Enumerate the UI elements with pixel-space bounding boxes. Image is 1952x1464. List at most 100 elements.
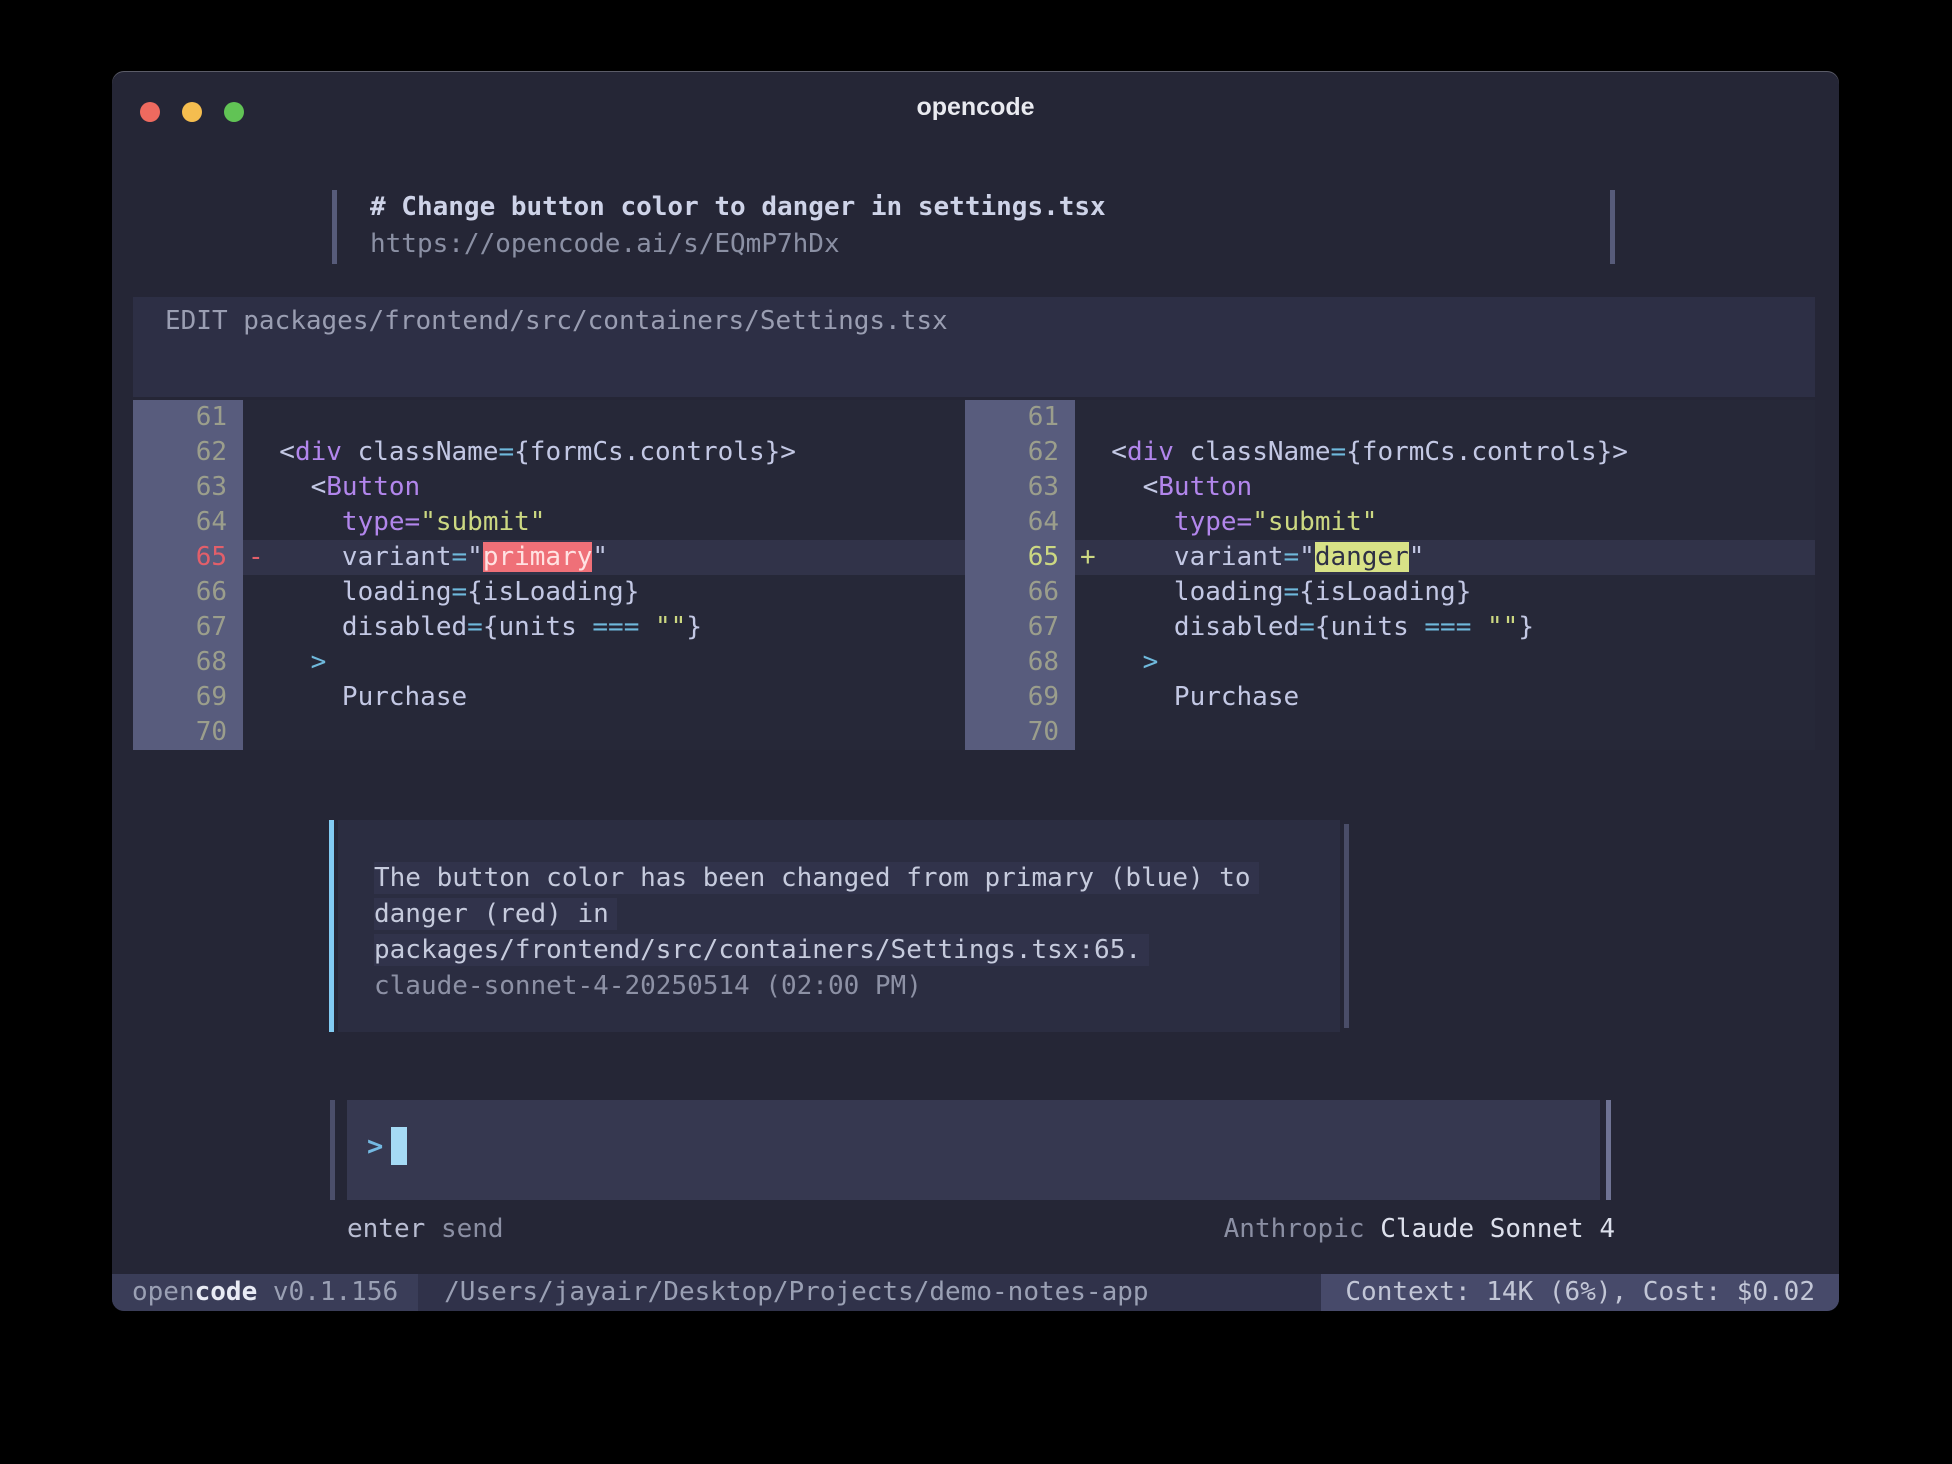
line-number: 68	[133, 645, 243, 680]
provider-label: Anthropic	[1224, 1214, 1365, 1244]
line-number: 62	[965, 435, 1075, 470]
code-line: <div className={formCs.controls}>	[1075, 435, 1815, 470]
code-line: loading={isLoading}	[243, 575, 965, 610]
line-number: 61	[133, 400, 243, 435]
user-prompt-header: # Change button color to danger in setti…	[332, 190, 1612, 264]
message-meta: claude-sonnet-4-20250514 (02:00 PM)	[374, 968, 1259, 1004]
line-number: 62	[133, 435, 243, 470]
message-body: The button color has been changed from p…	[338, 820, 1340, 1032]
code-line: type="submit"	[1075, 505, 1815, 540]
line-number: 64	[133, 505, 243, 540]
line-number: 64	[965, 505, 1075, 540]
code-line: >	[243, 645, 965, 680]
model-indicator: Anthropic Claude Sonnet 4	[1224, 1211, 1615, 1247]
edit-file-label: EDIT packages/frontend/src/containers/Se…	[165, 306, 948, 336]
app-version-segment: opencode v0.1.156	[112, 1274, 418, 1311]
code-line: type="submit"	[243, 505, 965, 540]
code-line: <div className={formCs.controls}>	[243, 435, 965, 470]
send-action-label: send	[441, 1214, 504, 1244]
code-line: >	[1075, 645, 1815, 680]
diff-right-pane: 6162 <div className={formCs.controls}>63…	[965, 400, 1815, 750]
app-name-suffix: code	[195, 1277, 258, 1307]
prompt-chevron: >	[367, 1131, 383, 1162]
diff-row: 64 type="submit"	[133, 505, 965, 540]
chat-input-area: >	[330, 1100, 1615, 1200]
diff-left-pane: 6162 <div className={formCs.controls}>63…	[133, 400, 965, 750]
code-line: Purchase	[1075, 680, 1815, 715]
diff-row: 65+ variant="danger"	[965, 540, 1815, 575]
line-number: 63	[133, 470, 243, 505]
prompt-title: # Change button color to danger in setti…	[370, 192, 1106, 222]
input-left-bar	[330, 1100, 335, 1200]
line-number: 67	[133, 610, 243, 645]
message-text: The button color has been changed from p…	[374, 860, 1259, 1004]
opencode-window: opencode # Change button color to danger…	[112, 71, 1839, 1311]
input-right-bar	[1606, 1100, 1611, 1200]
text-cursor	[391, 1127, 407, 1165]
diff-row: 69 Purchase	[965, 680, 1815, 715]
diff-row: 66 loading={isLoading}	[133, 575, 965, 610]
diff-row: 69 Purchase	[133, 680, 965, 715]
line-number: 69	[965, 680, 1075, 715]
code-line: <Button	[243, 470, 965, 505]
diff-row: 63 <Button	[965, 470, 1815, 505]
code-line	[1075, 400, 1815, 435]
line-number: 65	[133, 540, 243, 575]
diff-row: 62 <div className={formCs.controls}>	[965, 435, 1815, 470]
prompt-input[interactable]: >	[347, 1100, 1600, 1200]
share-url[interactable]: https://opencode.ai/s/EQmP7hDx	[370, 229, 840, 259]
line-number: 70	[133, 715, 243, 750]
enter-key-hint: enter	[347, 1214, 425, 1244]
code-line: + variant="danger"	[1075, 540, 1815, 575]
diff-row: 67 disabled={units === ""}	[965, 610, 1815, 645]
window-title: opencode	[112, 93, 1839, 122]
diff-row: 63 <Button	[133, 470, 965, 505]
line-number: 67	[965, 610, 1075, 645]
cwd-segment: /Users/jayair/Desktop/Projects/demo-note…	[418, 1274, 1321, 1311]
code-line: Purchase	[243, 680, 965, 715]
assistant-message: The button color has been changed from p…	[329, 820, 1355, 1032]
line-number: 61	[965, 400, 1075, 435]
line-number: 69	[133, 680, 243, 715]
code-line	[1075, 715, 1815, 750]
app-version: v0.1.156	[257, 1277, 398, 1307]
send-hint	[425, 1214, 441, 1244]
diff-view: 6162 <div className={formCs.controls}>63…	[133, 400, 1815, 750]
diff-row: 64 type="submit"	[965, 505, 1815, 540]
diff-row: 61	[965, 400, 1815, 435]
line-number: 66	[133, 575, 243, 610]
diff-row: 66 loading={isLoading}	[965, 575, 1815, 610]
model-name: Claude Sonnet 4	[1380, 1214, 1615, 1244]
app-name-prefix: open	[132, 1277, 195, 1307]
code-line: disabled={units === ""}	[1075, 610, 1815, 645]
context-cost-segment: Context: 14K (6%), Cost: $0.02	[1321, 1274, 1839, 1311]
title-bar[interactable]: opencode	[112, 71, 1839, 127]
diff-row: 61	[133, 400, 965, 435]
line-number: 70	[965, 715, 1075, 750]
code-line: loading={isLoading}	[1075, 575, 1815, 610]
diff-row: 67 disabled={units === ""}	[133, 610, 965, 645]
code-line	[243, 715, 965, 750]
code-line: - variant="primary"	[243, 540, 965, 575]
line-number: 65	[965, 540, 1075, 575]
message-line: packages/frontend/src/containers/Setting…	[374, 932, 1259, 968]
diff-row: 68 >	[965, 645, 1815, 680]
input-footer: enter send Anthropic Claude Sonnet 4	[347, 1211, 1615, 1247]
diff-row: 65- variant="primary"	[133, 540, 965, 575]
prompt-left-bar	[332, 190, 337, 264]
prompt-right-bar	[1610, 190, 1615, 264]
line-number: 63	[965, 470, 1075, 505]
line-number: 66	[965, 575, 1075, 610]
diff-row: 68 >	[133, 645, 965, 680]
message-right-bar	[1344, 824, 1349, 1028]
message-accent-bar	[329, 820, 334, 1032]
desktop: opencode # Change button color to danger…	[0, 0, 1952, 1464]
diff-row: 62 <div className={formCs.controls}>	[133, 435, 965, 470]
line-number: 68	[965, 645, 1075, 680]
diff-row: 70	[133, 715, 965, 750]
diff-row: 70	[965, 715, 1815, 750]
code-line: disabled={units === ""}	[243, 610, 965, 645]
status-bar: opencode v0.1.156 /Users/jayair/Desktop/…	[112, 1274, 1839, 1311]
code-line	[243, 400, 965, 435]
message-line: The button color has been changed from p…	[374, 860, 1259, 896]
